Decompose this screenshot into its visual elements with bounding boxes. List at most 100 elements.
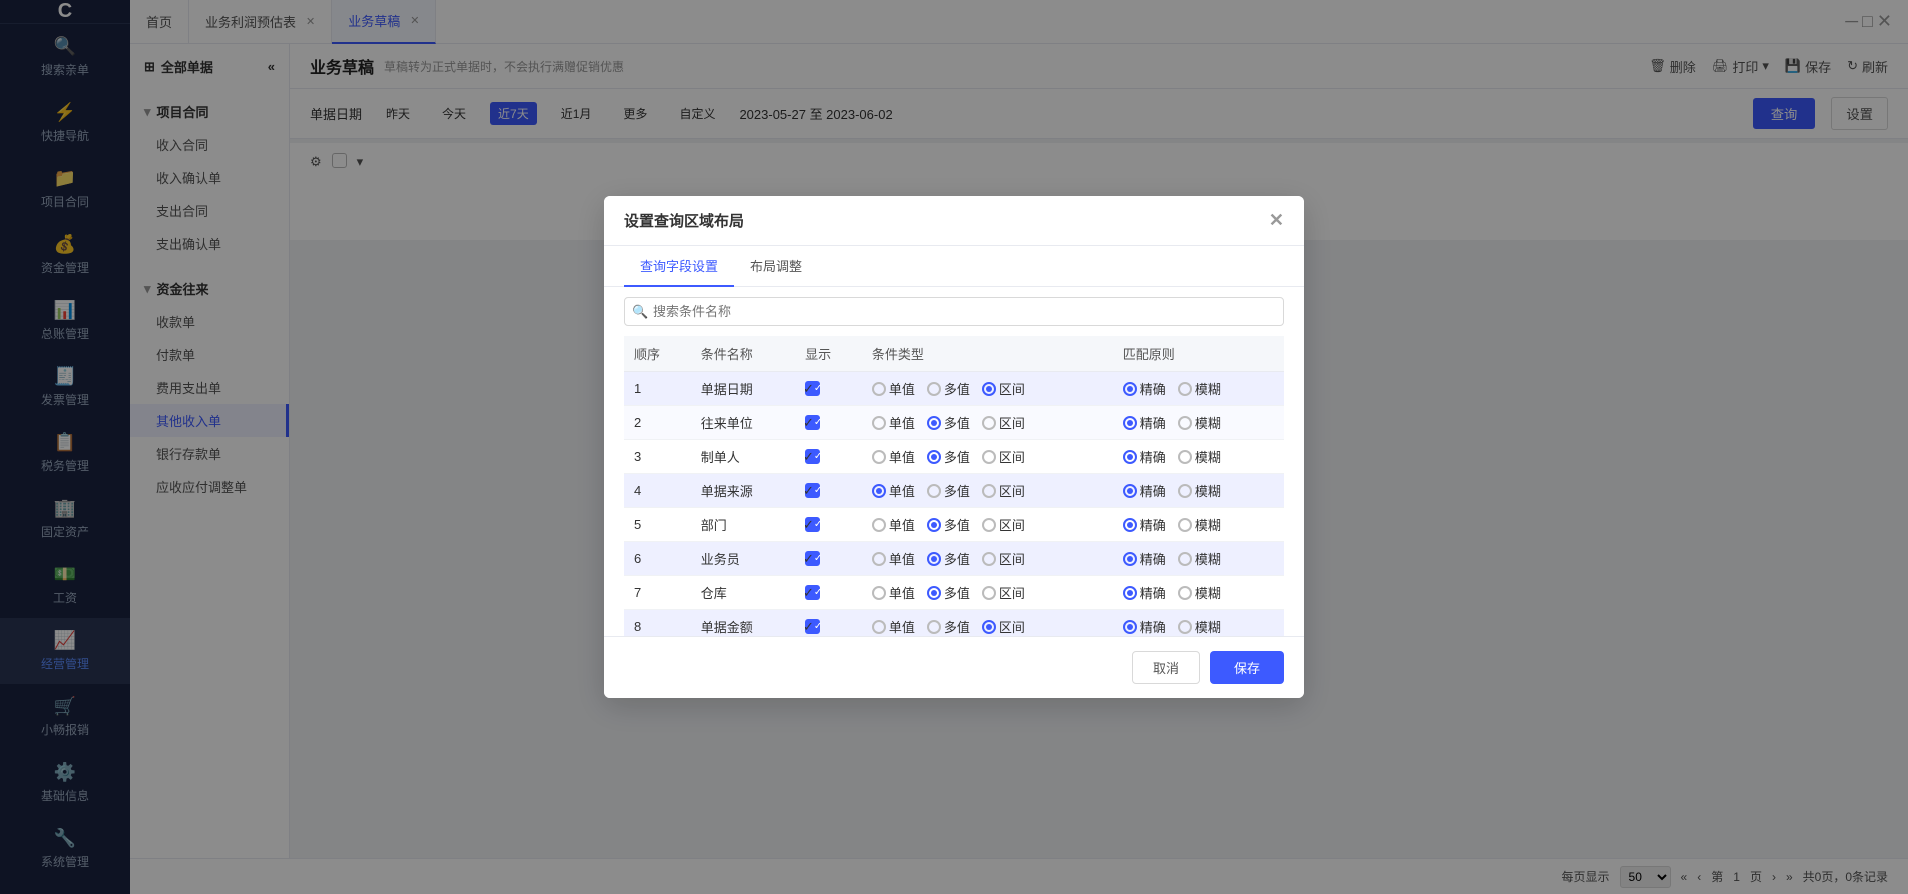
dialog-tab-fields[interactable]: 查询字段设置 [624, 246, 734, 287]
match-fuzzy[interactable]: 模糊 [1178, 447, 1221, 466]
cell-condition: 单值多值区间 [862, 372, 1113, 406]
condition-range[interactable]: 区间 [982, 413, 1025, 432]
dialog-search-input[interactable] [624, 297, 1284, 326]
cell-condition: 单值多值区间 [862, 406, 1113, 440]
cell-show[interactable]: ✓ [795, 610, 862, 637]
show-checkbox[interactable]: ✓ [805, 585, 820, 600]
table-row: 5部门✓单值多值区间精确模糊 [624, 508, 1284, 542]
condition-single[interactable]: 单值 [872, 617, 915, 636]
th-show: 显示 [795, 336, 862, 372]
cell-match: 精确模糊 [1113, 576, 1284, 610]
condition-multi[interactable]: 多值 [927, 413, 970, 432]
match-fuzzy[interactable]: 模糊 [1178, 583, 1221, 602]
settings-table: 顺序 条件名称 显示 条件类型 匹配原则 1单据日期✓单值多值区间精确模糊2往来… [624, 336, 1284, 636]
table-scroll: 顺序 条件名称 显示 条件类型 匹配原则 1单据日期✓单值多值区间精确模糊2往来… [624, 336, 1284, 636]
cell-name: 单据来源 [691, 474, 795, 508]
match-precise[interactable]: 精确 [1123, 515, 1166, 534]
show-checkbox[interactable]: ✓ [805, 619, 820, 634]
cell-match: 精确模糊 [1113, 610, 1284, 637]
condition-range[interactable]: 区间 [982, 447, 1025, 466]
condition-multi[interactable]: 多值 [927, 583, 970, 602]
match-precise[interactable]: 精确 [1123, 617, 1166, 636]
condition-range[interactable]: 区间 [982, 481, 1025, 500]
cell-show[interactable]: ✓ [795, 372, 862, 406]
match-precise[interactable]: 精确 [1123, 447, 1166, 466]
save-button[interactable]: 保存 [1210, 651, 1284, 684]
condition-range[interactable]: 区间 [982, 515, 1025, 534]
cell-show[interactable]: ✓ [795, 508, 862, 542]
cell-order: 5 [624, 508, 691, 542]
condition-multi[interactable]: 多值 [927, 447, 970, 466]
cell-order: 6 [624, 542, 691, 576]
match-precise[interactable]: 精确 [1123, 549, 1166, 568]
dialog-close-button[interactable]: ✕ [1269, 210, 1284, 231]
condition-multi[interactable]: 多值 [927, 379, 970, 398]
table-row: 3制单人✓单值多值区间精确模糊 [624, 440, 1284, 474]
dialog-title: 设置查询区域布局 [624, 210, 744, 231]
dialog-overlay: 设置查询区域布局 ✕ 查询字段设置 布局调整 🔍 顺序 条件名称 显示 [0, 0, 1908, 894]
cell-order: 8 [624, 610, 691, 637]
th-order: 顺序 [624, 336, 691, 372]
settings-dialog: 设置查询区域布局 ✕ 查询字段设置 布局调整 🔍 顺序 条件名称 显示 [604, 196, 1304, 698]
cell-show[interactable]: ✓ [795, 440, 862, 474]
dialog-tabs: 查询字段设置 布局调整 [604, 246, 1304, 287]
condition-single[interactable]: 单值 [872, 481, 915, 500]
dialog-tab-layout[interactable]: 布局调整 [734, 246, 818, 287]
cell-condition: 单值多值区间 [862, 542, 1113, 576]
match-precise[interactable]: 精确 [1123, 583, 1166, 602]
dialog-header: 设置查询区域布局 ✕ [604, 196, 1304, 246]
match-precise[interactable]: 精确 [1123, 481, 1166, 500]
condition-single[interactable]: 单值 [872, 515, 915, 534]
condition-single[interactable]: 单值 [872, 413, 915, 432]
match-fuzzy[interactable]: 模糊 [1178, 481, 1221, 500]
cell-match: 精确模糊 [1113, 372, 1284, 406]
cell-show[interactable]: ✓ [795, 542, 862, 576]
cell-name: 往来单位 [691, 406, 795, 440]
condition-single[interactable]: 单值 [872, 583, 915, 602]
condition-single[interactable]: 单值 [872, 379, 915, 398]
match-fuzzy[interactable]: 模糊 [1178, 549, 1221, 568]
table-row: 8单据金额✓单值多值区间精确模糊 [624, 610, 1284, 637]
show-checkbox[interactable]: ✓ [805, 415, 820, 430]
show-checkbox[interactable]: ✓ [805, 517, 820, 532]
cell-condition: 单值多值区间 [862, 474, 1113, 508]
match-fuzzy[interactable]: 模糊 [1178, 379, 1221, 398]
show-checkbox[interactable]: ✓ [805, 483, 820, 498]
match-fuzzy[interactable]: 模糊 [1178, 515, 1221, 534]
search-wrap: 🔍 [624, 297, 1284, 326]
condition-multi[interactable]: 多值 [927, 549, 970, 568]
condition-single[interactable]: 单值 [872, 447, 915, 466]
show-checkbox[interactable]: ✓ [805, 381, 820, 396]
condition-multi[interactable]: 多值 [927, 481, 970, 500]
cell-condition: 单值多值区间 [862, 440, 1113, 474]
condition-multi[interactable]: 多值 [927, 515, 970, 534]
cancel-button[interactable]: 取消 [1132, 651, 1200, 684]
cell-condition: 单值多值区间 [862, 576, 1113, 610]
search-icon-dialog: 🔍 [632, 304, 648, 320]
th-name: 条件名称 [691, 336, 795, 372]
match-precise[interactable]: 精确 [1123, 413, 1166, 432]
condition-range[interactable]: 区间 [982, 617, 1025, 636]
show-checkbox[interactable]: ✓ [805, 551, 820, 566]
show-checkbox[interactable]: ✓ [805, 449, 820, 464]
table-row: 2往来单位✓单值多值区间精确模糊 [624, 406, 1284, 440]
match-precise[interactable]: 精确 [1123, 379, 1166, 398]
condition-range[interactable]: 区间 [982, 549, 1025, 568]
cell-order: 2 [624, 406, 691, 440]
cell-match: 精确模糊 [1113, 474, 1284, 508]
table-row: 6业务员✓单值多值区间精确模糊 [624, 542, 1284, 576]
cell-name: 制单人 [691, 440, 795, 474]
dialog-search-area: 🔍 [604, 287, 1304, 336]
cell-show[interactable]: ✓ [795, 406, 862, 440]
cell-match: 精确模糊 [1113, 406, 1284, 440]
condition-range[interactable]: 区间 [982, 583, 1025, 602]
th-condition-type: 条件类型 [862, 336, 1113, 372]
condition-multi[interactable]: 多值 [927, 617, 970, 636]
match-fuzzy[interactable]: 模糊 [1178, 617, 1221, 636]
cell-show[interactable]: ✓ [795, 576, 862, 610]
match-fuzzy[interactable]: 模糊 [1178, 413, 1221, 432]
condition-single[interactable]: 单值 [872, 549, 915, 568]
cell-show[interactable]: ✓ [795, 474, 862, 508]
condition-range[interactable]: 区间 [982, 379, 1025, 398]
cell-order: 1 [624, 372, 691, 406]
